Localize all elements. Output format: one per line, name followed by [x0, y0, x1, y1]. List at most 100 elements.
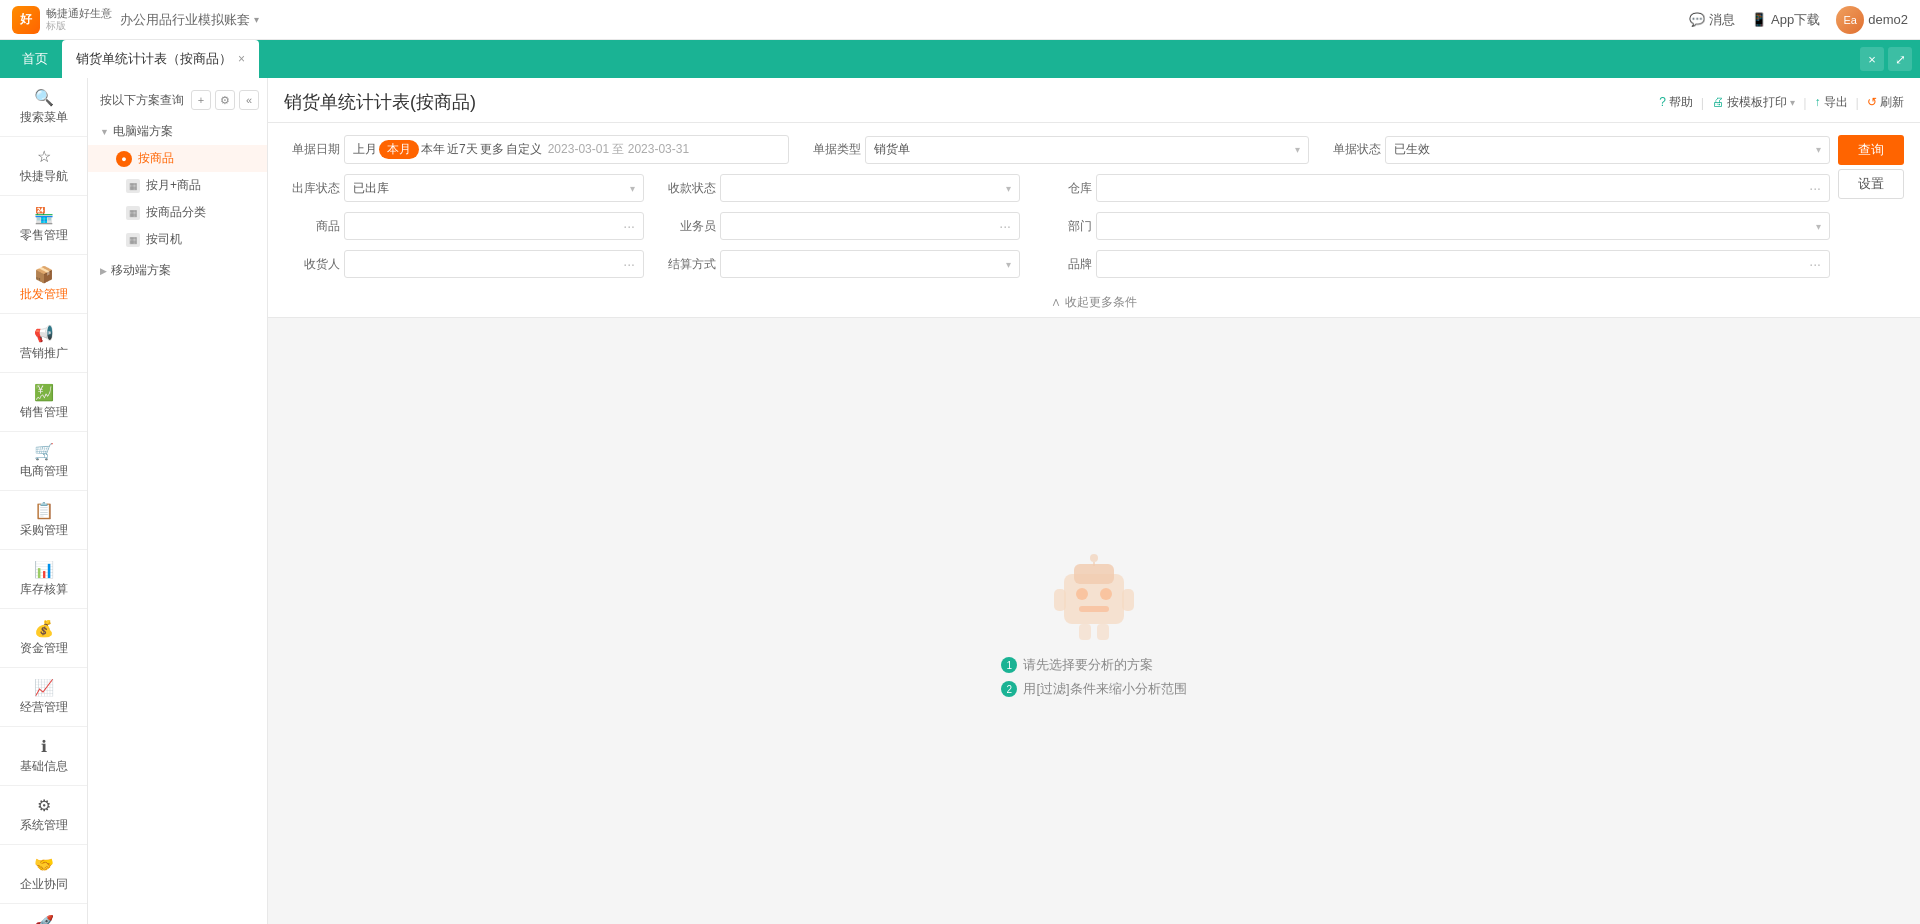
receiver-dots[interactable]: ··· [623, 256, 635, 272]
sidebar-item-sales[interactable]: 💹 销售管理 [0, 373, 87, 432]
svg-rect-4 [1079, 606, 1109, 612]
app-download-label: App下载 [1771, 11, 1820, 29]
workspace-selector[interactable]: 办公用品行业模拟账套 ▾ [120, 11, 1681, 29]
svg-point-9 [1090, 554, 1098, 562]
workspace-dropdown-arrow[interactable]: ▾ [254, 14, 259, 25]
empty-tips: 1 请先选择要分析的方案 2 用[过滤]条件来缩小分析范围 [1001, 656, 1186, 698]
date-tab-7days[interactable]: 近7天 [447, 141, 478, 158]
mobile-group-label: 移动端方案 [111, 262, 171, 279]
receiver-field[interactable]: ··· [344, 250, 644, 278]
collapse-panel-btn[interactable]: « [239, 90, 259, 110]
settlement-arrow: ▾ [1006, 259, 1011, 270]
scheme-item-by-warehouse[interactable]: ▦ 按司机 [88, 226, 267, 253]
sidebar-item-ecommerce[interactable]: 🛒 电商管理 [0, 432, 87, 491]
date-tab-more[interactable]: 更多 [480, 141, 504, 158]
empty-tip-2: 2 用[过滤]条件来缩小分析范围 [1001, 680, 1186, 698]
page-header: 销货单统计计表(按商品) ? 帮助 | 🖨 按模板打印 ▾ | ↑ [268, 78, 1920, 123]
date-tab-custom[interactable]: 自定义 [506, 141, 542, 158]
print-dropdown-arrow[interactable]: ▾ [1790, 97, 1795, 108]
tabbar-actions: × ⤢ [1860, 47, 1920, 71]
query-button[interactable]: 查询 [1838, 135, 1904, 165]
sidebar-item-quick-nav[interactable]: ☆ 快捷导航 [0, 137, 87, 196]
empty-state-icon [1044, 544, 1144, 644]
by-month-goods-label: 按月+商品 [146, 177, 201, 194]
sidebar-item-inventory[interactable]: 📊 库存核算 [0, 550, 87, 609]
scheme-panel-icons: + ⚙ « [191, 90, 259, 110]
sidebar-item-marketing[interactable]: 📢 营销推广 [0, 314, 87, 373]
sidebar-item-basicinfo[interactable]: ℹ 基础信息 [0, 727, 87, 786]
sidebar-item-ops[interactable]: 📈 经营管理 [0, 668, 87, 727]
app-download-btn[interactable]: 📱 App下载 [1751, 11, 1820, 29]
star-icon: ☆ [4, 147, 83, 166]
scheme-item-by-cat[interactable]: ▦ 按商品分类 [88, 199, 267, 226]
maximize-btn[interactable]: ⤢ [1888, 47, 1912, 71]
scheme-group-mobile-header[interactable]: ▶ 移动端方案 [88, 257, 267, 284]
stockout-filter-col: 出库状态 已出库 ▾ [284, 174, 644, 202]
date-field[interactable]: 上月 本月 本年 近7天 更多 自定义 2023-03-01 至 2023-03… [344, 135, 789, 164]
docstatus-value: 已生效 [1394, 141, 1430, 158]
date-tab-prev[interactable]: 上月 [353, 141, 377, 158]
close-all-tabs-btn[interactable]: × [1860, 47, 1884, 71]
desktop-group-label: 电脑端方案 [113, 123, 173, 140]
add-scheme-btn[interactable]: + [191, 90, 211, 110]
warehouse-field[interactable]: ··· [1096, 174, 1830, 202]
brand-field[interactable]: ··· [1096, 250, 1830, 278]
brand-dots[interactable]: ··· [1809, 256, 1821, 272]
sidebar-item-wholesale[interactable]: 📦 批发管理 [0, 255, 87, 314]
tab-home[interactable]: 首页 [8, 40, 62, 78]
goods-dots[interactable]: ··· [623, 218, 635, 234]
sidebar-item-newbie[interactable]: 🚀 新手引导 [0, 904, 87, 924]
message-label: 消息 [1709, 11, 1735, 29]
scheme-item-by-month-goods[interactable]: ▦ 按月+商品 [88, 172, 267, 199]
sidebar-item-retail[interactable]: 🏪 零售管理 [0, 196, 87, 255]
home-tab-label: 首页 [22, 50, 48, 68]
inventory-icon: 📊 [4, 560, 83, 579]
filter-row-4: 收货人 ··· 结算方式 ▾ [284, 250, 1830, 278]
stockout-field[interactable]: 已出库 ▾ [344, 174, 644, 202]
marketing-icon: 📢 [4, 324, 83, 343]
salesman-dots[interactable]: ··· [999, 218, 1011, 234]
scheme-group-desktop-header[interactable]: ▼ 电脑端方案 [88, 118, 267, 145]
date-tab-year[interactable]: 本年 [421, 141, 445, 158]
setting-button[interactable]: 设置 [1838, 169, 1904, 199]
collapse-more-conditions-btn[interactable]: ∧ 收起更多条件 [268, 288, 1920, 318]
goods-field[interactable]: ··· [344, 212, 644, 240]
sidebar-item-search-menu[interactable]: 🔍 搜索菜单 [0, 78, 87, 137]
receipt-label: 收款状态 [660, 180, 716, 197]
dept-field[interactable]: ▾ [1096, 212, 1830, 240]
sales-stat-tab-label: 销货单统计计表（按商品） [76, 50, 232, 68]
warehouse-dots[interactable]: ··· [1809, 180, 1821, 196]
svg-point-3 [1100, 588, 1112, 600]
sidebar-item-corpcollab[interactable]: 🤝 企业协同 [0, 845, 87, 904]
doctype-field[interactable]: 销货单 ▾ [865, 136, 1310, 164]
sidebar-item-finance[interactable]: 💰 资金管理 [0, 609, 87, 668]
docstatus-field[interactable]: 已生效 ▾ [1385, 136, 1830, 164]
export-label: 导出 [1824, 94, 1848, 111]
export-btn[interactable]: ↑ 导出 [1815, 94, 1848, 111]
config-scheme-btn[interactable]: ⚙ [215, 90, 235, 110]
doctype-arrow: ▾ [1295, 144, 1300, 155]
filter-section: 单据日期 上月 本月 本年 近7天 更多 自定义 2023-03-01 至 20… [268, 123, 1920, 318]
tab-sales-stat[interactable]: 销货单统计计表（按商品） × [62, 40, 259, 78]
receipt-field[interactable]: ▾ [720, 174, 1020, 202]
brand-label: 品牌 [1036, 256, 1092, 273]
user-profile-btn[interactable]: Ea demo2 [1836, 6, 1908, 34]
settlement-field[interactable]: ▾ [720, 250, 1020, 278]
stockout-label: 出库状态 [284, 180, 340, 197]
scheme-item-by-goods[interactable]: ● 按商品 [88, 145, 267, 172]
workspace-name[interactable]: 办公用品行业模拟账套 [120, 11, 250, 29]
help-btn[interactable]: ? 帮助 [1659, 94, 1693, 111]
sidebar-item-purchase[interactable]: 📋 采购管理 [0, 491, 87, 550]
date-tab-current[interactable]: 本月 [379, 140, 419, 159]
refresh-btn[interactable]: ↺ 刷新 [1867, 94, 1904, 111]
print-btn[interactable]: 🖨 按模板打印 ▾ [1712, 94, 1795, 111]
topbar-right: 💬 消息 📱 App下载 Ea demo2 [1689, 6, 1908, 34]
message-btn[interactable]: 💬 消息 [1689, 11, 1735, 29]
scheme-group-desktop: ▼ 电脑端方案 ● 按商品 ▦ 按月+商品 ▦ 按商品分类 ▦ 按司机 [88, 118, 267, 253]
tab-close-icon[interactable]: × [238, 52, 245, 66]
finance-icon: 💰 [4, 619, 83, 638]
sidebar-item-sysmgmt[interactable]: ⚙ 系统管理 [0, 786, 87, 845]
tip-num-2: 2 [1001, 681, 1017, 697]
salesman-field[interactable]: ··· [720, 212, 1020, 240]
svg-rect-7 [1079, 624, 1091, 640]
